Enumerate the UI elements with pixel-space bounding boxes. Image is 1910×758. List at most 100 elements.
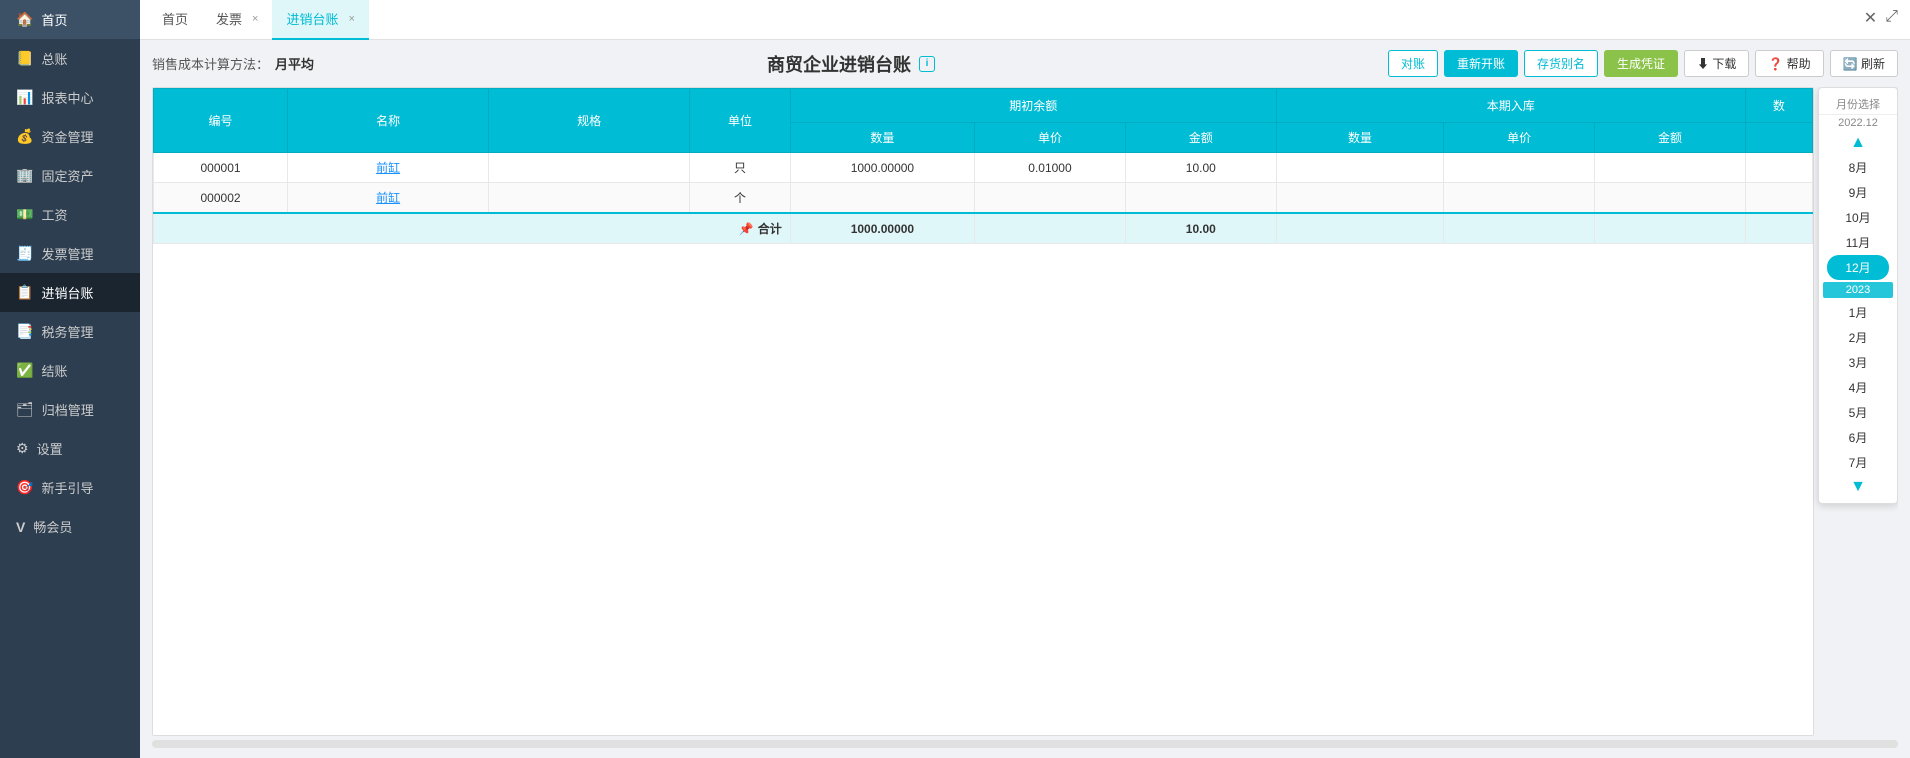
sidebar-label-guide: 新手引导 (41, 478, 93, 497)
sidebar-item-stock[interactable]: 📋 进销台账 (0, 273, 140, 312)
sidebar-item-ledger[interactable]: 📒 总账 (0, 39, 140, 78)
sidebar-item-settings[interactable]: ⚙ 设置 (0, 429, 140, 468)
col-extra: 数 (1745, 89, 1812, 123)
sidebar-label-invoice: 发票管理 (41, 244, 93, 263)
tab-stock-close[interactable]: × (348, 13, 354, 25)
guide-icon: 🎯 (16, 479, 33, 496)
cell-id: 000001 (154, 153, 288, 183)
total-ci-price (1444, 213, 1595, 244)
month-5[interactable]: 5月 (1819, 400, 1897, 425)
sidebar-label-assets: 固定资产 (41, 166, 93, 185)
sidebar-label-funds: 资金管理 (41, 127, 93, 146)
col-current-in: 本期入库 (1276, 89, 1745, 123)
generate-voucher-button[interactable]: 生成凭证 (1604, 50, 1678, 77)
col-pb-amount: 金额 (1125, 123, 1276, 153)
refresh-label: 刷新 (1861, 57, 1885, 71)
sidebar-item-salary[interactable]: 💵 工资 (0, 195, 140, 234)
month-10[interactable]: 10月 (1819, 205, 1897, 230)
month-6[interactable]: 6月 (1819, 425, 1897, 450)
name-link[interactable]: 前缸 (376, 191, 400, 205)
col-id: 编号 (154, 89, 288, 153)
cell-ci-extra (1745, 153, 1812, 183)
sidebar-item-tax[interactable]: 📑 税务管理 (0, 312, 140, 351)
col-ci-amount: 金额 (1595, 123, 1746, 153)
tab-invoice[interactable]: 发票 × (202, 0, 272, 40)
cell-ci-qty (1276, 153, 1444, 183)
month-scroll-up[interactable]: ▲ (1819, 131, 1897, 155)
tab-stock[interactable]: 进销台账 × (272, 0, 368, 40)
cell-pb-amount: 10.00 (1125, 153, 1276, 183)
month-panel-title: 月份选择 (1819, 92, 1897, 115)
year-2023-label: 2023 (1823, 282, 1893, 298)
main-area: 首页 发票 × 进销台账 × ✕ ⤢ 销售成本计算方法： 月平均 商贸企业进销台… (140, 0, 1910, 758)
archive-icon: 🗂 (16, 401, 34, 418)
month-9[interactable]: 9月 (1819, 180, 1897, 205)
col-spec: 规格 (489, 89, 690, 153)
refresh-icon: 🔄 (1843, 57, 1858, 71)
tax-icon: 📑 (16, 323, 33, 340)
month-3[interactable]: 3月 (1819, 350, 1897, 375)
sidebar-item-archive[interactable]: 🗂 归档管理 (0, 390, 140, 429)
tab-invoice-label: 发票 (216, 9, 242, 28)
horizontal-scrollbar[interactable] (152, 740, 1898, 748)
month-panel: 月份选择 2022.12 ▲ 8月 9月 10月 11月 12月 2023 1月… (1818, 87, 1898, 504)
col-period-balance: 期初余额 (790, 89, 1276, 123)
table-row: 000002 前缸 个 (154, 183, 1813, 214)
sidebar-label-stock: 进销台账 (41, 283, 93, 302)
invoice-icon: 🧾 (16, 245, 33, 262)
tab-stock-label: 进销台账 (286, 9, 338, 28)
sidebar-label-salary: 工资 (41, 205, 67, 224)
col-name: 名称 (288, 89, 489, 153)
info-icon[interactable]: i (919, 56, 935, 72)
col-unit: 单位 (690, 89, 791, 153)
refresh-button[interactable]: 🔄 刷新 (1830, 50, 1898, 77)
month-11[interactable]: 11月 (1819, 230, 1897, 255)
home-icon: 🏠 (16, 11, 33, 28)
reconcile-button[interactable]: 对账 (1388, 50, 1438, 77)
vip-icon: V (16, 519, 25, 535)
sidebar-item-vip[interactable]: V 畅会员 (0, 507, 140, 546)
name-link[interactable]: 前缸 (376, 161, 400, 175)
total-row: 📌合计 1000.00000 10.00 (154, 213, 1813, 244)
year-2022-label: 2022.12 (1819, 115, 1897, 131)
col-ci-price: 单价 (1444, 123, 1595, 153)
help-button[interactable]: ❓ 帮助 (1755, 50, 1823, 77)
col-ci-extra (1745, 123, 1812, 153)
page-title-area: 商贸企业进销台账 i (322, 51, 1380, 77)
cell-ci-amount (1595, 183, 1746, 214)
month-12[interactable]: 12月 (1827, 255, 1889, 280)
sidebar-item-guide[interactable]: 🎯 新手引导 (0, 468, 140, 507)
sidebar-item-home[interactable]: 🏠 首页 (0, 0, 140, 39)
sidebar-item-funds[interactable]: 💰 资金管理 (0, 117, 140, 156)
sidebar-label-report: 报表中心 (41, 88, 93, 107)
tab-home[interactable]: 首页 (148, 0, 202, 40)
sidebar-item-assets[interactable]: 🏢 固定资产 (0, 156, 140, 195)
sidebar-item-close[interactable]: ✅ 结账 (0, 351, 140, 390)
help-icon: ❓ (1768, 57, 1783, 71)
total-ci-amount (1595, 213, 1746, 244)
cell-unit: 只 (690, 153, 791, 183)
month-2[interactable]: 2月 (1819, 325, 1897, 350)
save-alias-button[interactable]: 存货别名 (1524, 50, 1598, 77)
cell-pb-price: 0.01000 (975, 153, 1126, 183)
cell-name: 前缸 (288, 183, 489, 214)
month-8[interactable]: 8月 (1819, 155, 1897, 180)
content-area: ✕ ⤢ 销售成本计算方法： 月平均 商贸企业进销台账 i 对账 重新开账 存货别… (140, 40, 1910, 758)
sidebar-item-invoice[interactable]: 🧾 发票管理 (0, 234, 140, 273)
month-1[interactable]: 1月 (1819, 300, 1897, 325)
total-ci-extra (1745, 213, 1812, 244)
cell-ci-extra (1745, 183, 1812, 214)
total-pb-amount: 10.00 (1125, 213, 1276, 244)
total-ci-qty (1276, 213, 1444, 244)
month-7[interactable]: 7月 (1819, 450, 1897, 475)
tab-bar: 首页 发票 × 进销台账 × (140, 0, 1910, 40)
tab-invoice-close[interactable]: × (252, 13, 258, 25)
cell-ci-amount (1595, 153, 1746, 183)
month-4[interactable]: 4月 (1819, 375, 1897, 400)
sidebar-item-report[interactable]: 📊 报表中心 (0, 78, 140, 117)
page-title: 商贸企业进销台账 (767, 51, 911, 77)
download-button[interactable]: ⬇ 下载 (1684, 50, 1749, 77)
reopen-button[interactable]: 重新开账 (1444, 50, 1518, 77)
download-label: 下载 (1712, 57, 1736, 71)
month-scroll-down[interactable]: ▼ (1819, 475, 1897, 499)
